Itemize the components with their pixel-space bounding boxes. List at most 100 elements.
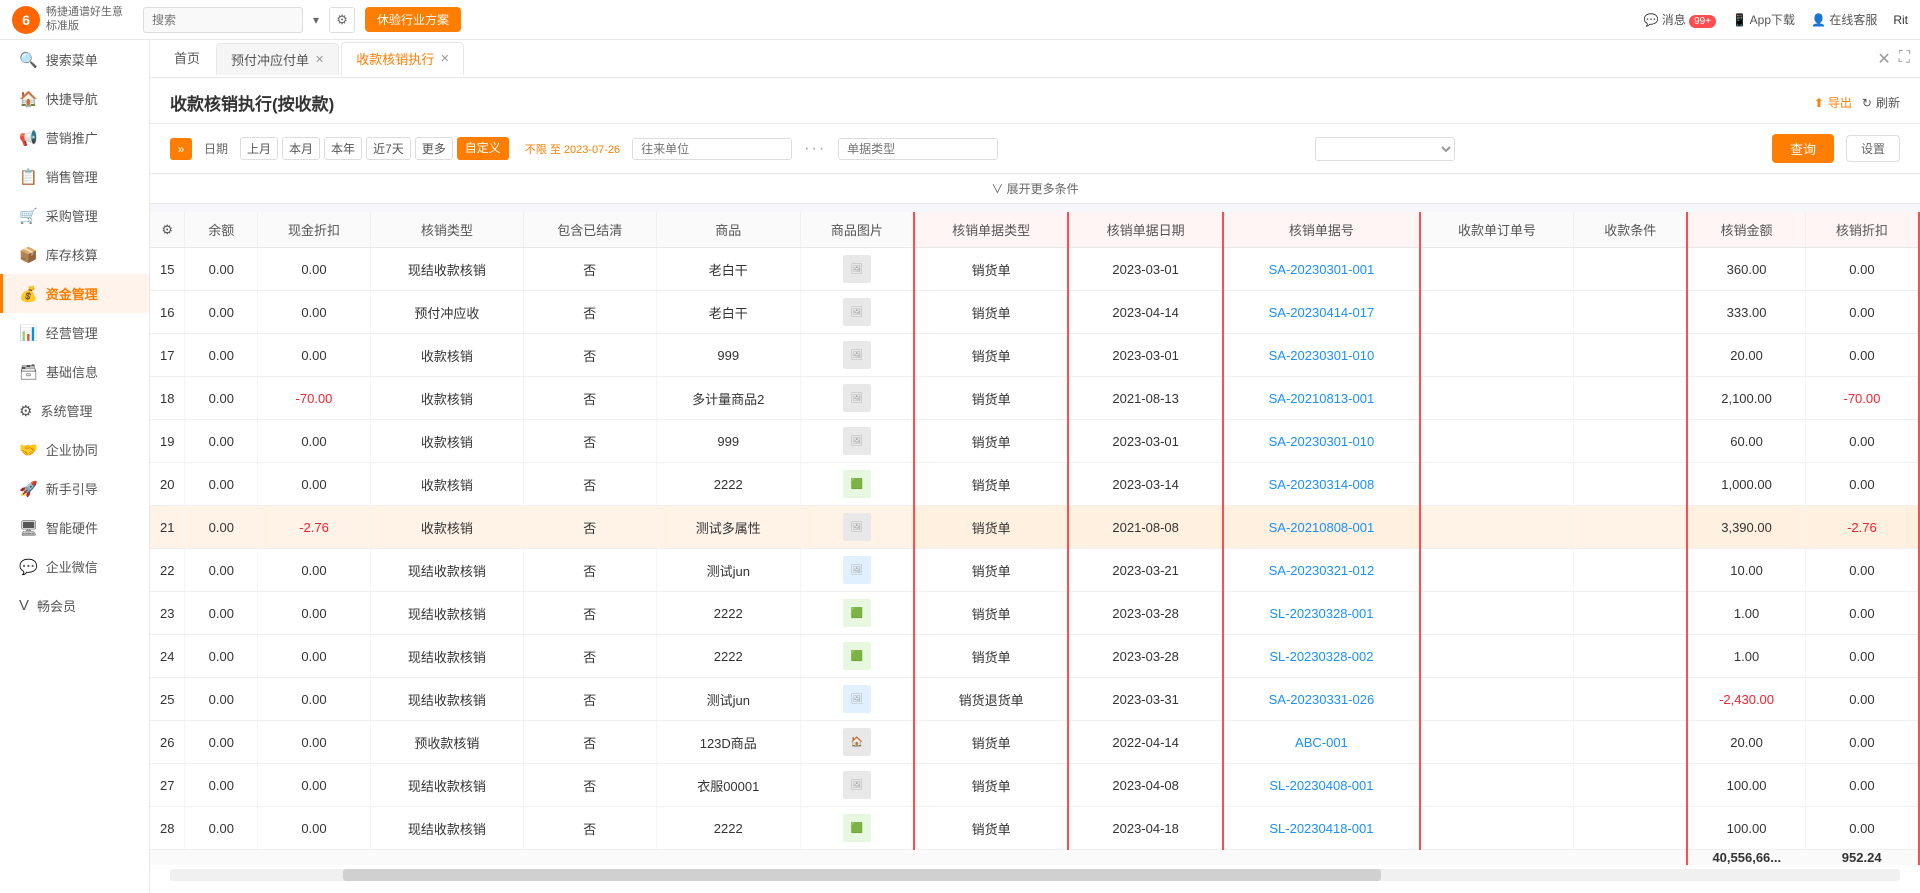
date-btn-thisyear[interactable]: 本年: [324, 137, 362, 160]
sidebar-item-enterprise[interactable]: 🤝企业协同: [0, 430, 149, 469]
cell-product: 老白干: [656, 291, 800, 334]
sidebar-item-wechat[interactable]: 💬企业微信: [0, 547, 149, 586]
date-btn-7days[interactable]: 近7天: [366, 137, 411, 160]
cell-balance: 0.00: [185, 463, 258, 506]
cell-balance: 0.00: [185, 635, 258, 678]
cell-product-img: 🖼: [800, 420, 914, 463]
dropdown-icon[interactable]: ▾: [313, 13, 319, 27]
cell-id: 28: [150, 807, 185, 850]
cell-bill-no[interactable]: SA-20230301-001: [1223, 248, 1420, 291]
sidebar-item-finance[interactable]: 💰资金管理: [0, 274, 149, 313]
sidebar-item-vip[interactable]: V畅会员: [0, 586, 149, 625]
date-btn-more[interactable]: 更多: [415, 137, 453, 160]
data-table-area[interactable]: ⚙ 余额 现金折扣 核销类型 包含已结清 商品 商品图片 核销单据类型 核销单据…: [150, 212, 1920, 893]
gear-button[interactable]: ⚙: [329, 7, 355, 33]
cell-bill-type: 销货单: [914, 635, 1069, 678]
cell-discount: 0.00: [1805, 248, 1919, 291]
cell-bill-no[interactable]: SA-20230301-010: [1223, 334, 1420, 377]
cell-product: 123D商品: [656, 721, 800, 764]
sidebar-item-operation[interactable]: 📊经营管理: [0, 313, 149, 352]
cell-cash-discount: 0.00: [258, 291, 371, 334]
settings-button[interactable]: 设置: [1846, 135, 1900, 162]
scrollbar-thumb[interactable]: [343, 869, 1381, 881]
sidebar-item-search[interactable]: 🔍搜索菜单: [0, 40, 149, 79]
cell-id: 21: [150, 506, 185, 549]
sidebar-label-enterprise: 企业协同: [46, 440, 98, 459]
export-button[interactable]: ⬆ 导出: [1814, 94, 1852, 111]
cell-bill-no[interactable]: SA-20210808-001: [1223, 506, 1420, 549]
cell-amount: 360.00: [1687, 248, 1805, 291]
sidebar-label-wechat: 企业微信: [46, 557, 98, 576]
tab-prepay[interactable]: 预付冲应付单 ✕: [216, 43, 339, 75]
bill-type-input[interactable]: [838, 138, 998, 160]
online-service-link[interactable]: 👤 在线客服: [1811, 11, 1877, 28]
cell-bill-date: 2023-03-14: [1068, 463, 1223, 506]
table-row: 18 0.00 -70.00 收款核销 否 多计量商品2 🖼 销货单 2021-…: [150, 377, 1919, 420]
cell-bill-no[interactable]: SA-20230331-026: [1223, 678, 1420, 721]
sidebar-item-purchase[interactable]: 🛒采购管理: [0, 196, 149, 235]
cell-bill-no[interactable]: SL-20230328-002: [1223, 635, 1420, 678]
sidebar-item-newguide[interactable]: 🚀新手引导: [0, 469, 149, 508]
refresh-icon: ↻: [1862, 96, 1872, 110]
cell-bill-no[interactable]: SA-20230314-008: [1223, 463, 1420, 506]
cell-included: 否: [523, 635, 656, 678]
expand-more-button[interactable]: ∨ 展开更多条件: [991, 180, 1078, 197]
tab-expand-icon[interactable]: ⛶: [1899, 49, 1910, 69]
sidebar-item-marketing[interactable]: 📢营销推广: [0, 118, 149, 157]
sidebar-item-quicknav[interactable]: 🏠快捷导航: [0, 79, 149, 118]
cell-bill-type: 销货单: [914, 764, 1069, 807]
tab-close-all-icon[interactable]: ✕: [1877, 49, 1890, 69]
cell-bill-no[interactable]: ABC-001: [1223, 721, 1420, 764]
cell-bill-no[interactable]: SL-20230418-001: [1223, 807, 1420, 850]
content-area: 首页 预付冲应付单 ✕ 收款核销执行 ✕ ✕ ⛶ 收款核销执行(按收款) ⬆: [150, 40, 1920, 893]
cell-order-no: [1420, 291, 1574, 334]
th-product-img: 商品图片: [800, 212, 914, 248]
tab-home[interactable]: 首页: [160, 42, 214, 75]
date-btn-lastmonth[interactable]: 上月: [240, 137, 278, 160]
cell-verify-type: 现结收款核销: [370, 678, 523, 721]
cell-included: 否: [523, 549, 656, 592]
horizontal-scrollbar[interactable]: [170, 869, 1900, 881]
sidebar-item-sales[interactable]: 📋销售管理: [0, 157, 149, 196]
cell-bill-no[interactable]: SL-20230408-001: [1223, 764, 1420, 807]
query-button[interactable]: 查询: [1772, 134, 1834, 163]
cell-bill-no[interactable]: SL-20230328-001: [1223, 592, 1420, 635]
th-amount: 核销金额: [1687, 212, 1805, 248]
date-range-display: 不限 至 2023-07-26: [525, 141, 620, 157]
sidebar-item-system[interactable]: ⚙系统管理: [0, 391, 149, 430]
search-input[interactable]: [143, 7, 303, 33]
th-bill-type: 核销单据类型: [914, 212, 1069, 248]
filter-toggle-button[interactable]: »: [170, 138, 192, 160]
date-btn-thismonth[interactable]: 本月: [282, 137, 320, 160]
refresh-button[interactable]: ↻ 刷新: [1862, 94, 1900, 111]
date-btn-custom[interactable]: 自定义: [457, 137, 509, 160]
cell-bill-no[interactable]: SA-20210813-001: [1223, 377, 1420, 420]
app-download-link[interactable]: 📱 App下载: [1732, 11, 1795, 28]
sidebar-item-hardware[interactable]: 🖥智能硬件: [0, 508, 149, 547]
tab-verify-close[interactable]: ✕: [440, 52, 449, 65]
cell-bill-type: 销货退货单: [914, 678, 1069, 721]
cell-product-img: 🖼: [800, 377, 914, 420]
sidebar-item-basic[interactable]: 🗃基础信息: [0, 352, 149, 391]
tab-prepay-close[interactable]: ✕: [315, 53, 324, 66]
cell-bill-date: 2021-08-13: [1068, 377, 1223, 420]
message-icon[interactable]: 💬 消息 99+: [1643, 11, 1716, 28]
cell-product: 测试多属性: [656, 506, 800, 549]
cell-bill-no[interactable]: SA-20230321-012: [1223, 549, 1420, 592]
cell-bill-no[interactable]: SA-20230414-017: [1223, 291, 1420, 334]
filter-dots[interactable]: ···: [804, 140, 826, 158]
tab-verify[interactable]: 收款核销执行 ✕: [341, 42, 464, 76]
bill-type-select[interactable]: [1315, 137, 1455, 161]
th-settings[interactable]: ⚙: [150, 212, 185, 248]
industry-button[interactable]: 休验行业方案: [365, 7, 461, 32]
cell-balance: 0.00: [185, 592, 258, 635]
cell-balance: 0.00: [185, 721, 258, 764]
cell-verify-type: 现结收款核销: [370, 592, 523, 635]
cell-order-no: [1420, 592, 1574, 635]
cell-included: 否: [523, 678, 656, 721]
from-unit-input[interactable]: [632, 138, 792, 160]
sidebar-item-inventory[interactable]: 📦库存核算: [0, 235, 149, 274]
cell-payment-terms: [1574, 248, 1688, 291]
cell-bill-no[interactable]: SA-20230301-010: [1223, 420, 1420, 463]
cell-bill-type: 销货单: [914, 248, 1069, 291]
